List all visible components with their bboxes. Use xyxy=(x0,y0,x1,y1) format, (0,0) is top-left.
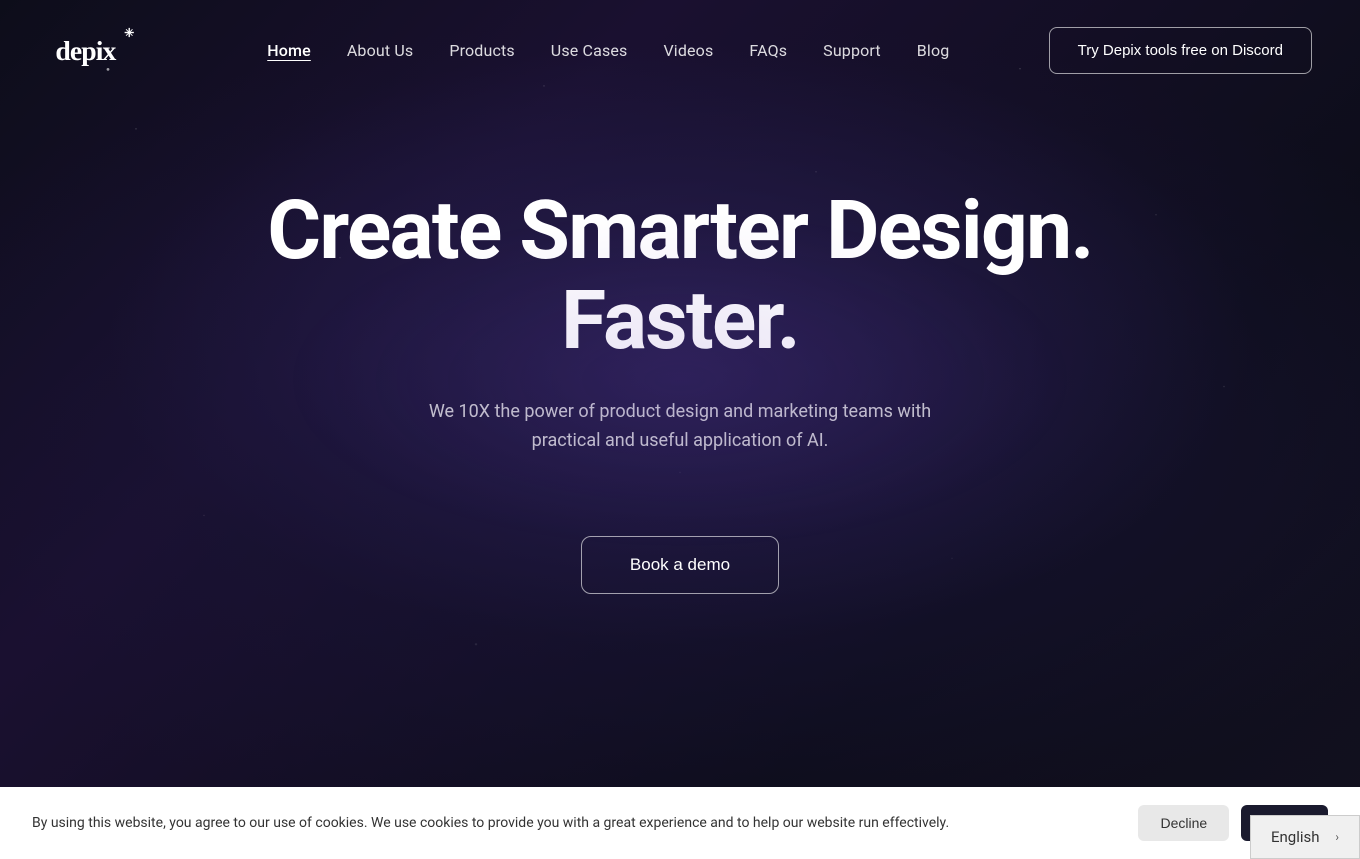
nav-link-support[interactable]: Support xyxy=(823,41,881,60)
nav-item-videos[interactable]: Videos xyxy=(663,41,713,60)
logo-svg: depix xyxy=(48,23,168,78)
hero-subtitle: We 10X the power of product design and m… xyxy=(420,398,940,456)
nav-link-blog[interactable]: Blog xyxy=(917,41,950,60)
nav-link-products[interactable]: Products xyxy=(449,41,514,60)
cookie-message: By using this website, you agree to our … xyxy=(32,815,1098,831)
nav-link-home[interactable]: Home xyxy=(267,41,311,60)
decline-button[interactable]: Decline xyxy=(1138,805,1229,841)
hero-title-line2: Faster. xyxy=(561,273,799,369)
try-discord-button[interactable]: Try Depix tools free on Discord xyxy=(1049,27,1312,74)
nav-item-blog[interactable]: Blog xyxy=(917,41,950,60)
nav-link-about-us[interactable]: About Us xyxy=(347,41,413,60)
nav-link-videos[interactable]: Videos xyxy=(663,41,713,60)
hero-title: Create Smarter Design. Faster. xyxy=(267,186,1092,366)
hero-section: Create Smarter Design. Faster. We 10X th… xyxy=(0,100,1360,660)
chevron-right-icon: › xyxy=(1335,830,1339,844)
nav-item-support[interactable]: Support xyxy=(823,41,881,60)
nav-item-products[interactable]: Products xyxy=(449,41,514,60)
nav-link-use-cases[interactable]: Use Cases xyxy=(551,41,628,60)
hero-title-line1: Create Smarter Design. xyxy=(267,183,1092,279)
cookie-banner: By using this website, you agree to our … xyxy=(0,787,1360,859)
logo[interactable]: depix xyxy=(48,23,168,78)
nav-links: Home About Us Products Use Cases Videos … xyxy=(267,41,949,60)
nav-item-home[interactable]: Home xyxy=(267,41,311,60)
nav-link-faqs[interactable]: FAQs xyxy=(749,41,787,60)
nav-item-faqs[interactable]: FAQs xyxy=(749,41,787,60)
language-selector[interactable]: English › xyxy=(1250,815,1360,859)
svg-text:depix: depix xyxy=(55,35,116,66)
nav-item-about-us[interactable]: About Us xyxy=(347,41,413,60)
current-language: English xyxy=(1271,828,1320,846)
navbar: depix Home About Us Products Use Cases V… xyxy=(0,0,1360,100)
nav-item-use-cases[interactable]: Use Cases xyxy=(551,41,628,60)
book-demo-button[interactable]: Book a demo xyxy=(581,536,779,594)
